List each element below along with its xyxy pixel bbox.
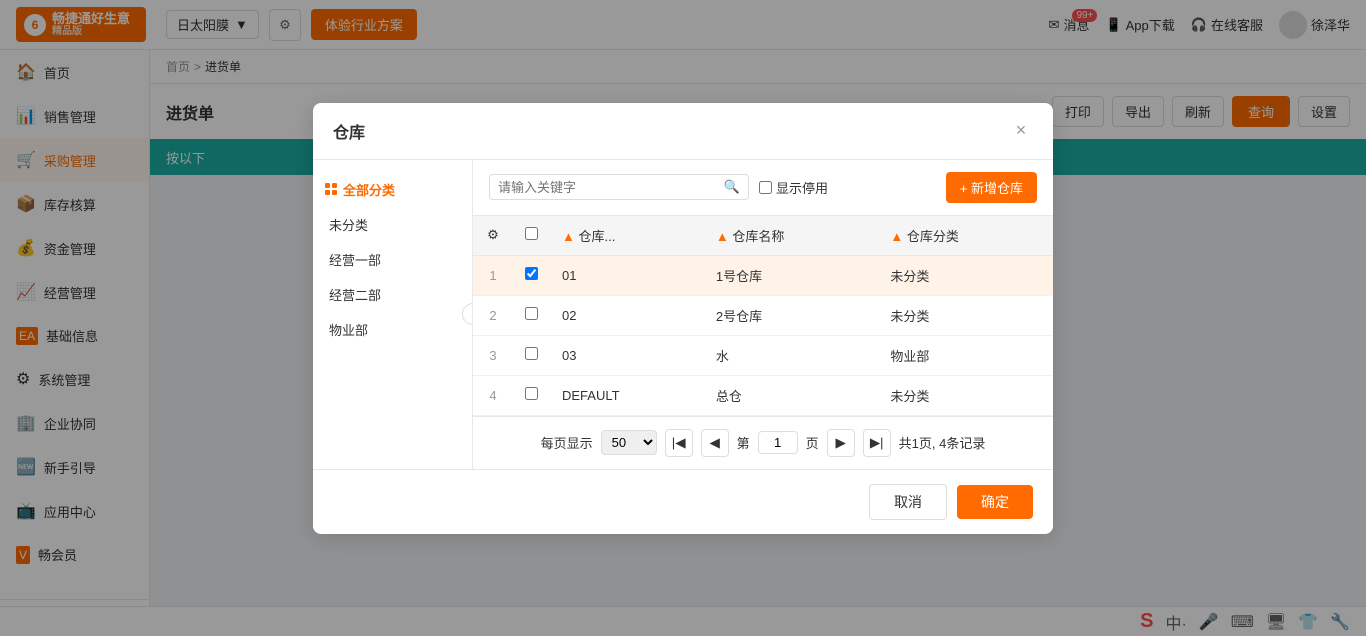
- row-name: 水: [704, 335, 879, 375]
- warehouse-modal: 仓库 × 全部分类 未分类 经营一部 经营二部 物业部: [313, 103, 1053, 534]
- th-checkbox: [513, 216, 550, 256]
- table-row[interactable]: 1 01 1号仓库 未分类: [473, 255, 1053, 295]
- prev-page-button[interactable]: ◀: [701, 429, 729, 457]
- row-num: 3: [473, 335, 513, 375]
- page-label: 第: [737, 433, 750, 452]
- row-num: 1: [473, 255, 513, 295]
- search-box: 🔍: [489, 174, 749, 200]
- cancel-button[interactable]: 取消: [869, 484, 947, 520]
- category-panel: 全部分类 未分类 经营一部 经营二部 物业部 《: [313, 160, 473, 469]
- row-num: 4: [473, 375, 513, 415]
- sort-icon: ▲: [716, 229, 729, 244]
- confirm-button[interactable]: 确定: [957, 485, 1033, 519]
- table-toolbar: 🔍 显示停用 + 新增仓库: [473, 160, 1053, 216]
- modal-overlay: 仓库 × 全部分类 未分类 经营一部 经营二部 物业部: [0, 0, 1366, 636]
- grid-icon: [325, 183, 337, 195]
- row-checkbox[interactable]: [525, 347, 538, 360]
- modal-title: 仓库: [333, 119, 365, 143]
- th-name: ▲ 仓库名称: [704, 216, 879, 256]
- show-disabled-checkbox[interactable]: 显示停用: [759, 178, 828, 197]
- warehouse-panel: 🔍 显示停用 + 新增仓库 ⚙: [473, 160, 1053, 469]
- row-code: 03: [550, 335, 704, 375]
- table-row[interactable]: 4 DEFAULT 总仓 未分类: [473, 375, 1053, 415]
- row-checkbox[interactable]: [525, 387, 538, 400]
- row-category: 未分类: [878, 375, 1053, 415]
- category-item[interactable]: 经营一部: [313, 242, 472, 277]
- row-code: DEFAULT: [550, 375, 704, 415]
- row-code: 02: [550, 295, 704, 335]
- page-size-select[interactable]: 50 20 100: [601, 430, 657, 455]
- th-settings: ⚙: [473, 216, 513, 256]
- all-categories-item[interactable]: 全部分类: [313, 172, 472, 207]
- per-page-label: 每页显示: [541, 433, 593, 452]
- row-name: 总仓: [704, 375, 879, 415]
- warehouse-table: ⚙ ▲ 仓库... ▲: [473, 216, 1053, 416]
- modal-body: 全部分类 未分类 经营一部 经营二部 物业部 《 🔍: [313, 160, 1053, 469]
- select-all-checkbox[interactable]: [525, 227, 538, 240]
- modal-footer: 取消 确定: [313, 469, 1053, 534]
- pagination: 每页显示 50 20 100 |◀ ◀ 第 页 ▶ ▶| 共1页, 4条记录: [473, 416, 1053, 469]
- row-category: 未分类: [878, 255, 1053, 295]
- page-unit: 页: [806, 433, 819, 452]
- row-name: 1号仓库: [704, 255, 879, 295]
- show-disabled-check[interactable]: [759, 181, 772, 194]
- sort-icon: ▲: [562, 229, 575, 244]
- row-category: 物业部: [878, 335, 1053, 375]
- search-input[interactable]: [498, 180, 724, 195]
- gear-header-icon: ⚙: [487, 227, 499, 242]
- first-page-button[interactable]: |◀: [665, 429, 693, 457]
- row-check-cell: [513, 375, 550, 415]
- th-category: ▲ 仓库分类: [878, 216, 1053, 256]
- next-page-button[interactable]: ▶: [827, 429, 855, 457]
- add-warehouse-button[interactable]: + 新增仓库: [946, 172, 1037, 203]
- row-num: 2: [473, 295, 513, 335]
- row-checkbox[interactable]: [525, 267, 538, 280]
- category-item[interactable]: 未分类: [313, 207, 472, 242]
- row-category: 未分类: [878, 295, 1053, 335]
- page-number-input[interactable]: [758, 431, 798, 454]
- row-name: 2号仓库: [704, 295, 879, 335]
- sort-icon: ▲: [890, 229, 903, 244]
- category-item[interactable]: 经营二部: [313, 277, 472, 312]
- row-checkbox[interactable]: [525, 307, 538, 320]
- total-text: 共1页, 4条记录: [899, 433, 986, 452]
- row-check-cell: [513, 335, 550, 375]
- warehouse-data-table: ⚙ ▲ 仓库... ▲: [473, 216, 1053, 416]
- modal-header: 仓库 ×: [313, 103, 1053, 160]
- last-page-button[interactable]: ▶|: [863, 429, 891, 457]
- table-row[interactable]: 3 03 水 物业部: [473, 335, 1053, 375]
- row-code: 01: [550, 255, 704, 295]
- row-check-cell: [513, 255, 550, 295]
- category-item[interactable]: 物业部: [313, 312, 472, 347]
- search-icon: 🔍: [724, 179, 740, 195]
- table-row[interactable]: 2 02 2号仓库 未分类: [473, 295, 1053, 335]
- row-check-cell: [513, 295, 550, 335]
- th-code: ▲ 仓库...: [550, 216, 704, 256]
- close-button[interactable]: ×: [1009, 119, 1033, 143]
